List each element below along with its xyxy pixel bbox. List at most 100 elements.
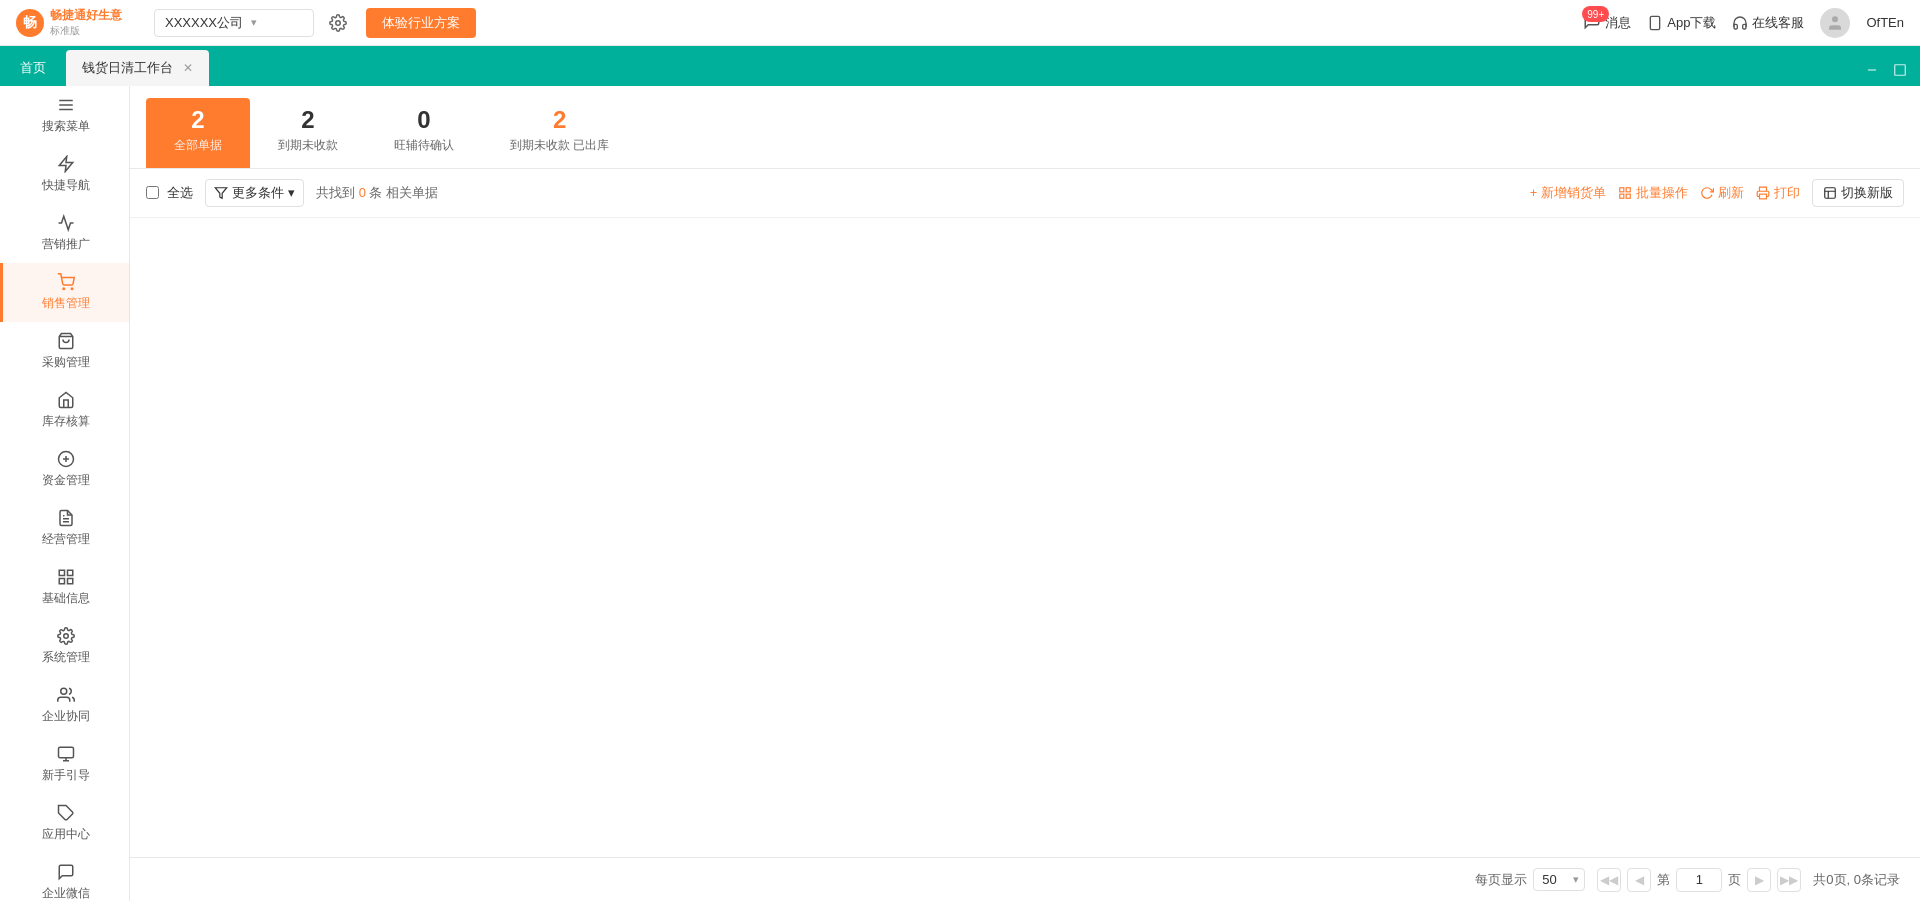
logo-icon: 畅 [16,9,44,37]
toolbar-right: + 新增销货单 批量操作 刷新 打印 [1530,179,1904,207]
svg-rect-20 [68,579,73,584]
minimize-button[interactable] [1860,58,1884,82]
svg-point-0 [336,20,341,25]
add-sales-order-button[interactable]: + 新增销货单 [1530,180,1606,206]
svg-point-11 [71,288,73,290]
search-menu-icon [57,96,75,114]
select-all-input[interactable] [146,186,159,199]
stat-num-pending-confirm: 0 [417,106,430,135]
sidebar-item-marketing[interactable]: 营销推广 [0,204,129,263]
sidebar-item-inventory[interactable]: 库存核算 [0,381,129,440]
switch-version-button[interactable]: 切换新版 [1812,179,1904,207]
svg-point-22 [64,634,69,639]
sidebar-item-operations[interactable]: 经营管理 [0,499,129,558]
svg-rect-28 [1626,188,1630,192]
sidebar-item-sys-mgmt[interactable]: 系统管理 [0,617,129,676]
toolbar: 全选 更多条件 ▾ 共找到 0 条 相关单据 + 新增销货单 [130,169,1920,218]
tab-active[interactable]: 钱货日清工作台 ✕ [66,50,209,86]
wechat-icon [57,863,75,881]
stat-num-overdue-shipped: 2 [553,106,566,135]
trial-button[interactable]: 体验行业方案 [366,8,476,38]
logo-text: 畅捷通好生意 标准版 [50,8,122,37]
online-service-button[interactable]: 在线客服 [1732,14,1804,32]
logo-area: 畅 畅捷通好生意 标准版 [16,8,146,37]
svg-rect-18 [59,570,64,575]
base-info-icon [57,568,75,586]
found-text: 共找到 0 条 相关单据 [316,184,438,202]
svg-rect-32 [1825,188,1836,199]
page-size-label: 每页显示 [1475,871,1527,889]
operations-icon [57,509,75,527]
refresh-button[interactable]: 刷新 [1700,184,1744,202]
svg-point-23 [61,688,67,694]
page-size-select[interactable]: 50 100 200 [1533,868,1585,891]
found-count: 0 [359,185,366,200]
next-page-button[interactable]: ▶ [1747,868,1771,892]
message-area[interactable]: 99+ 消息 [1583,12,1631,33]
tab-home[interactable]: 首页 [0,50,66,86]
sidebar-item-purchase[interactable]: 采购管理 [0,322,129,381]
tab-close-icon[interactable]: ✕ [183,61,193,75]
stat-tab-all[interactable]: 2 全部单据 [146,98,250,168]
stat-num-all: 2 [191,106,204,135]
company-selector[interactable]: XXXXXX公司 ▾ [154,9,314,37]
sidebar-item-wechat[interactable]: 企业微信 [0,853,129,901]
user-icon [1826,14,1844,32]
stat-label-pending-confirm: 旺辅待确认 [394,137,454,154]
pagination: ◀◀ ◀ 第 页 ▶ ▶▶ [1597,868,1801,892]
company-dropdown-arrow: ▾ [251,16,257,29]
sidebar-item-sales[interactable]: 销售管理 [0,263,129,322]
svg-rect-1 [1651,16,1660,29]
total-text: 共0页, 0条记录 [1813,871,1900,889]
svg-point-10 [63,288,65,290]
sidebar-item-guide[interactable]: 新手引导 [0,735,129,794]
stat-label-overdue-shipped: 到期未收款 已出库 [510,137,609,154]
sidebar-item-app-center[interactable]: 应用中心 [0,794,129,853]
top-header: 畅 畅捷通好生意 标准版 XXXXXX公司 ▾ 体验行业方案 99+ 消息 [0,0,1920,46]
svg-rect-24 [59,747,74,758]
stat-tab-overdue-uncollected[interactable]: 2 到期未收款 [250,98,366,168]
app-download-button[interactable]: App下载 [1647,14,1716,32]
username[interactable]: OfTEn [1866,15,1904,30]
prev-page-button[interactable]: ◀ [1627,868,1651,892]
sidebar-label-finance: 资金管理 [42,472,90,489]
select-all-checkbox[interactable]: 全选 [146,184,193,202]
svg-marker-26 [215,188,227,199]
settings-button[interactable] [322,7,354,39]
enterprise-icon [57,686,75,704]
svg-rect-29 [1626,194,1630,198]
finance-icon [57,450,75,468]
sys-mgmt-icon [57,627,75,645]
stat-num-overdue-uncollected: 2 [301,106,314,135]
first-page-button[interactable]: ◀◀ [1597,868,1621,892]
sidebar-item-base-info[interactable]: 基础信息 [0,558,129,617]
filter-dropdown-icon: ▾ [288,185,295,200]
sidebar-label-operations: 经营管理 [42,531,90,548]
footer: 每页显示 50 100 200 ◀◀ ◀ 第 页 ▶ [130,857,1920,901]
sales-icon [57,273,75,291]
stats-tabs: 2 全部单据 2 到期未收款 0 旺辅待确认 2 到期未收款 已出库 [130,86,1920,169]
sidebar-item-enterprise[interactable]: 企业协同 [0,676,129,735]
sidebar-item-search-menu[interactable]: 搜索菜单 [0,86,129,145]
sidebar-item-quick-nav[interactable]: 快捷导航 [0,145,129,204]
last-page-button[interactable]: ▶▶ [1777,868,1801,892]
avatar[interactable] [1820,8,1850,38]
page-label-pre: 第 [1657,871,1670,889]
minus-icon [1865,63,1879,77]
page-size-wrap[interactable]: 50 100 200 [1533,868,1585,891]
stat-tab-overdue-shipped[interactable]: 2 到期未收款 已出库 [482,98,637,168]
main-layout: 搜索菜单 快捷导航 营销推广 销售管理 采购管理 [0,86,1920,901]
sidebar-item-finance[interactable]: 资金管理 [0,440,129,499]
guide-icon [57,745,75,763]
batch-operation-button[interactable]: 批量操作 [1618,184,1688,202]
stat-tab-pending-confirm[interactable]: 0 旺辅待确认 [366,98,482,168]
table-area [130,218,1920,857]
page-number-input[interactable] [1676,868,1722,892]
sidebar-label-wechat: 企业微信 [42,885,90,901]
svg-rect-27 [1620,188,1624,192]
svg-rect-5 [1895,65,1906,76]
filter-button[interactable]: 更多条件 ▾ [205,179,304,207]
maximize-button[interactable] [1888,58,1912,82]
inventory-icon [57,391,75,409]
print-button[interactable]: 打印 [1756,184,1800,202]
